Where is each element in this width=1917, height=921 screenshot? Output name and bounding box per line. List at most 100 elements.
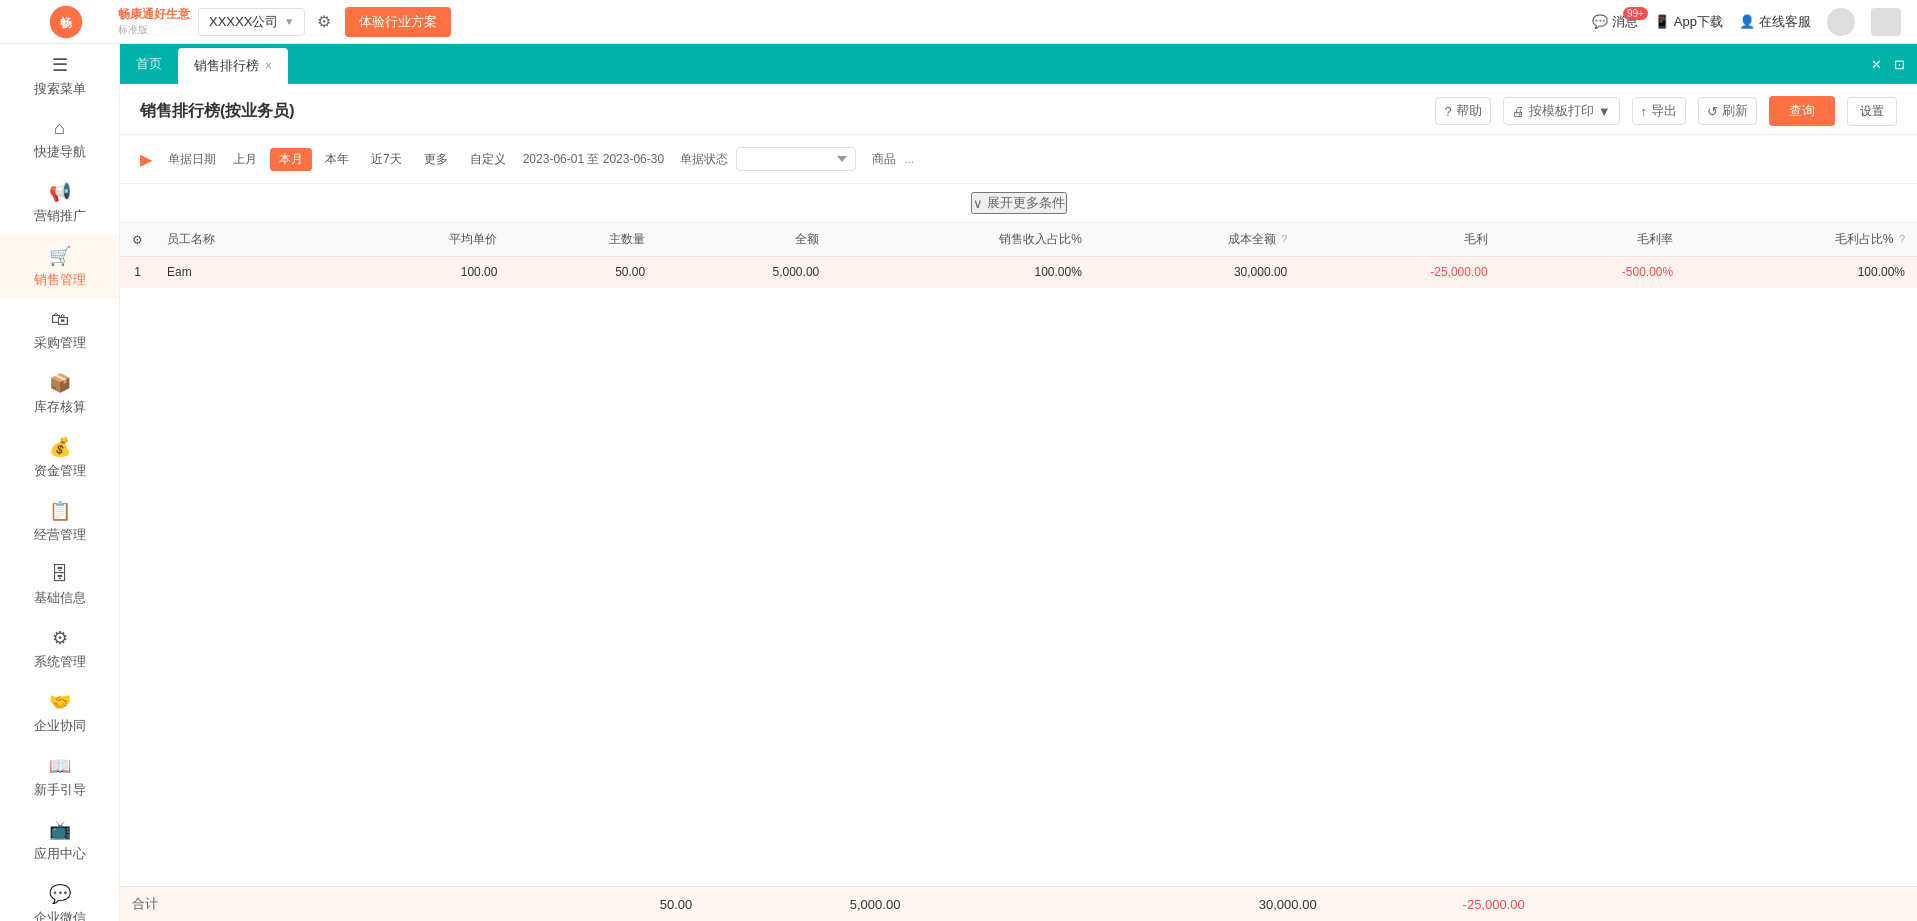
message-icon: 💬 bbox=[1592, 14, 1608, 29]
settings-button[interactable]: 设置 bbox=[1847, 97, 1897, 126]
table-cell: -25,000.00 bbox=[1299, 257, 1499, 288]
table-body: 1Eam100.0050.005,000.00100.00%30,000.00-… bbox=[120, 257, 1917, 288]
company-settings-button[interactable]: ⚙ bbox=[313, 8, 335, 35]
table-cell: 50.00 bbox=[509, 257, 657, 288]
industry-btn[interactable]: 体验行业方案 bbox=[345, 7, 451, 37]
cooperation-icon: 🤝 bbox=[49, 691, 71, 713]
date-tab-prev-month[interactable]: 上月 bbox=[224, 148, 266, 171]
col-amount: 全额 bbox=[657, 223, 831, 257]
table-cell: 100.00 bbox=[332, 257, 509, 288]
expand-more-btn[interactable]: ∨ 展开更多条件 bbox=[971, 192, 1067, 214]
page-content: 销售排行榜(按业务员) ? 帮助 🖨 按模板打印 ▼ ↑ 导出 bbox=[120, 84, 1917, 921]
query-button[interactable]: 查询 bbox=[1769, 96, 1835, 126]
main-layout: ☰ 搜索菜单 ⌂ 快捷导航 📢 营销推广 🛒 销售管理 🛍 采购管理 📦 库存核… bbox=[0, 44, 1917, 921]
marketing-icon: 📢 bbox=[49, 181, 71, 203]
search-menu-icon: ☰ bbox=[52, 54, 68, 76]
col-cost: 成本全额 ? bbox=[1094, 223, 1299, 257]
export-button[interactable]: ↑ 导出 bbox=[1632, 97, 1687, 125]
app-version: 标准版 bbox=[118, 23, 190, 37]
date-tab-7days[interactable]: 近7天 bbox=[362, 148, 411, 171]
tab-sales-rank-label: 销售排行榜 bbox=[194, 57, 259, 75]
sidebar-item-label-basic: 基础信息 bbox=[34, 589, 86, 607]
sidebar-item-finance[interactable]: 💰 资金管理 bbox=[0, 426, 119, 490]
table-cell: Eam bbox=[155, 257, 332, 288]
app-download-button[interactable]: 📱 App下载 bbox=[1654, 13, 1723, 31]
table-wrap: ⚙ 员工名称 平均单价 主数量 全额 销售收入占比% 成本全额 ? 毛利 毛利率… bbox=[120, 223, 1917, 886]
main-table: ⚙ 员工名称 平均单价 主数量 全额 销售收入占比% 成本全额 ? 毛利 毛利率… bbox=[120, 223, 1917, 288]
help-icon: ? bbox=[1444, 104, 1451, 119]
sidebar: ☰ 搜索菜单 ⌂ 快捷导航 📢 营销推广 🛒 销售管理 🛍 采购管理 📦 库存核… bbox=[0, 44, 120, 921]
finance-icon: 💰 bbox=[49, 436, 71, 458]
tab-sales-rank[interactable]: 销售排行榜 × bbox=[178, 48, 288, 84]
company-selector[interactable]: XXXXX公司 ▼ bbox=[198, 8, 305, 36]
table-cell: 100.00% bbox=[831, 257, 1094, 288]
sidebar-item-label-sales: 销售管理 bbox=[34, 271, 86, 289]
status-filter-select[interactable] bbox=[736, 147, 856, 171]
sidebar-item-label-app: 应用中心 bbox=[34, 845, 86, 863]
help-button[interactable]: ? 帮助 bbox=[1435, 97, 1490, 125]
print-dropdown-icon: ▼ bbox=[1598, 104, 1611, 119]
tab-bar: 首页 销售排行榜 × ✕ ⊡ bbox=[120, 44, 1917, 84]
tab-window-expand-btn[interactable]: ⊡ bbox=[1894, 57, 1905, 72]
online-service-label: 在线客服 bbox=[1759, 13, 1811, 31]
refresh-button[interactable]: ↺ 刷新 bbox=[1698, 97, 1757, 125]
status-filter-label: 单据状态 bbox=[680, 151, 728, 168]
date-tab-more[interactable]: 更多 bbox=[415, 148, 457, 171]
date-filter: 单据日期 上月 本月 本年 近7天 更多 自定义 2023-06-01 至 20… bbox=[168, 148, 664, 171]
message-button[interactable]: 💬 消息 99+ bbox=[1592, 13, 1638, 31]
col-main-qty: 主数量 bbox=[509, 223, 657, 257]
service-icon: 👤 bbox=[1739, 14, 1755, 29]
svg-text:畅: 畅 bbox=[60, 16, 72, 29]
inventory-icon: 📦 bbox=[49, 372, 71, 394]
purchase-icon: 🛍 bbox=[51, 309, 69, 330]
sidebar-item-label-wechat: 企业微信 bbox=[34, 909, 86, 921]
online-service-button[interactable]: 👤 在线客服 bbox=[1739, 13, 1811, 31]
table-cell: -500.00% bbox=[1500, 257, 1686, 288]
sales-icon: 🛒 bbox=[49, 245, 71, 267]
gross-pct-help-icon[interactable]: ? bbox=[1899, 233, 1905, 245]
col-revenue-pct: 销售收入占比% bbox=[831, 223, 1094, 257]
app-download-label: App下载 bbox=[1674, 13, 1723, 31]
goods-filter: 商品 ... bbox=[872, 151, 914, 168]
system-icon: ⚙ bbox=[52, 627, 68, 649]
sidebar-item-marketing[interactable]: 📢 营销推广 bbox=[0, 171, 119, 235]
company-name: XXXXX公司 bbox=[209, 13, 278, 31]
sidebar-item-label-system: 系统管理 bbox=[34, 653, 86, 671]
cost-help-icon[interactable]: ? bbox=[1281, 233, 1287, 245]
table-header: ⚙ 员工名称 平均单价 主数量 全额 销售收入占比% 成本全额 ? 毛利 毛利率… bbox=[120, 223, 1917, 257]
sidebar-item-inventory[interactable]: 📦 库存核算 bbox=[0, 362, 119, 426]
sidebar-item-search[interactable]: ☰ 搜索菜单 bbox=[0, 44, 119, 108]
table-cell: 100.00% bbox=[1685, 257, 1917, 288]
table-cell: 5,000.00 bbox=[657, 257, 831, 288]
logo-area: 畅 bbox=[16, 4, 116, 40]
goods-filter-more[interactable]: ... bbox=[904, 152, 914, 166]
col-gear: ⚙ bbox=[120, 223, 155, 257]
user-avatar[interactable] bbox=[1827, 8, 1855, 36]
sidebar-item-basic-info[interactable]: 🗄 基础信息 bbox=[0, 554, 119, 617]
date-filter-label: 单据日期 bbox=[168, 151, 216, 168]
footer-spacer4 bbox=[1721, 897, 1905, 912]
sidebar-item-label-finance: 资金管理 bbox=[34, 462, 86, 480]
tab-home[interactable]: 首页 bbox=[120, 44, 178, 84]
tab-window-close-btn[interactable]: ✕ bbox=[1871, 57, 1882, 72]
date-tab-this-month[interactable]: 本月 bbox=[270, 148, 312, 171]
table-cell: 30,000.00 bbox=[1094, 257, 1299, 288]
sidebar-item-system[interactable]: ⚙ 系统管理 bbox=[0, 617, 119, 681]
print-button[interactable]: 🖨 按模板打印 ▼ bbox=[1503, 97, 1620, 125]
export-icon: ↑ bbox=[1641, 104, 1648, 119]
sidebar-item-management[interactable]: 📋 经营管理 bbox=[0, 490, 119, 554]
sidebar-item-label-coop: 企业协同 bbox=[34, 717, 86, 735]
tab-close-icon[interactable]: × bbox=[265, 59, 272, 73]
filter-toggle-arrow[interactable]: ▶ bbox=[140, 150, 152, 169]
sidebar-item-guide[interactable]: 📖 新手引导 bbox=[0, 745, 119, 809]
sidebar-item-sales[interactable]: 🛒 销售管理 bbox=[0, 235, 119, 299]
sidebar-item-quick-nav[interactable]: ⌂ 快捷导航 bbox=[0, 108, 119, 171]
print-icon: 🖨 bbox=[1512, 104, 1525, 119]
date-tab-custom[interactable]: 自定义 bbox=[461, 148, 515, 171]
sidebar-item-cooperation[interactable]: 🤝 企业协同 bbox=[0, 681, 119, 745]
sidebar-item-wechat[interactable]: 💬 企业微信 bbox=[0, 873, 119, 921]
date-tab-this-year[interactable]: 本年 bbox=[316, 148, 358, 171]
sidebar-item-purchase[interactable]: 🛍 采购管理 bbox=[0, 299, 119, 362]
footer-spacer1 bbox=[312, 897, 496, 912]
sidebar-item-app-center[interactable]: 📺 应用中心 bbox=[0, 809, 119, 873]
